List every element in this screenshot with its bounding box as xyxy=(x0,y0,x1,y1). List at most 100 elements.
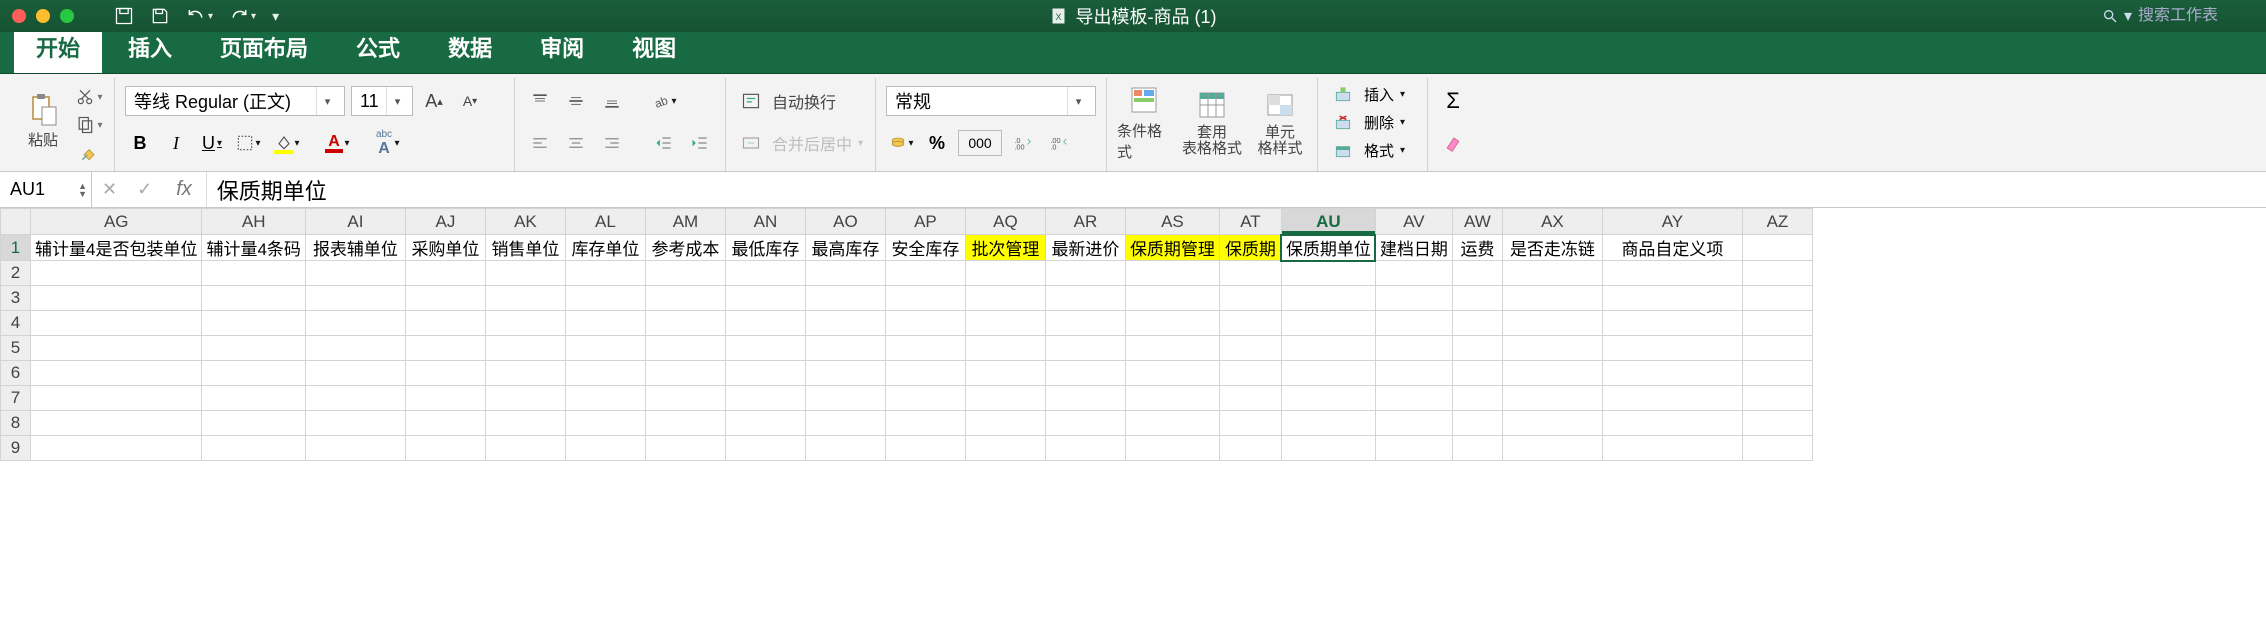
merge-center-button[interactable] xyxy=(736,130,766,156)
cell-AN6[interactable] xyxy=(725,361,805,386)
autosave-icon[interactable] xyxy=(114,6,134,26)
comma-button[interactable]: 000 xyxy=(958,130,1002,156)
row-header-5[interactable]: 5 xyxy=(1,336,31,361)
minimize-window-button[interactable] xyxy=(36,9,50,23)
cell-AI2[interactable] xyxy=(305,261,405,286)
row-header-3[interactable]: 3 xyxy=(1,286,31,311)
increase-font-button[interactable]: A▴ xyxy=(419,88,449,114)
cell-AQ4[interactable] xyxy=(965,311,1045,336)
column-header-AW[interactable]: AW xyxy=(1452,209,1502,235)
cell-AX3[interactable] xyxy=(1502,286,1602,311)
cell-AX8[interactable] xyxy=(1502,411,1602,436)
cell-AM5[interactable] xyxy=(645,336,725,361)
cell-AZ9[interactable] xyxy=(1742,436,1812,461)
cell-AV1[interactable]: 建档日期 xyxy=(1375,235,1452,261)
font-size-input[interactable] xyxy=(352,87,386,115)
cell-AI6[interactable] xyxy=(305,361,405,386)
cell-AP6[interactable] xyxy=(885,361,965,386)
cell-AX9[interactable] xyxy=(1502,436,1602,461)
cell-AP9[interactable] xyxy=(885,436,965,461)
cell-AI3[interactable] xyxy=(305,286,405,311)
cell-AJ2[interactable] xyxy=(405,261,485,286)
row-header-7[interactable]: 7 xyxy=(1,386,31,411)
cell-AN2[interactable] xyxy=(725,261,805,286)
cell-AX5[interactable] xyxy=(1502,336,1602,361)
cell-AY4[interactable] xyxy=(1602,311,1742,336)
search-input[interactable] xyxy=(2138,7,2248,25)
cell-AN5[interactable] xyxy=(725,336,805,361)
increase-indent-button[interactable] xyxy=(685,130,715,156)
cell-AP1[interactable]: 安全库存 xyxy=(885,235,965,261)
cell-styles-button[interactable]: 单元 格样式 xyxy=(1253,82,1307,162)
cell-AM8[interactable] xyxy=(645,411,725,436)
cell-AY3[interactable] xyxy=(1602,286,1742,311)
cell-AX1[interactable]: 是否走冻链 xyxy=(1502,235,1602,261)
cell-AY5[interactable] xyxy=(1602,336,1742,361)
cell-AN9[interactable] xyxy=(725,436,805,461)
cell-AY2[interactable] xyxy=(1602,261,1742,286)
decrease-decimal-button[interactable]: .00.0 xyxy=(1044,130,1074,156)
cell-AO3[interactable] xyxy=(805,286,885,311)
search-box[interactable]: ▾ xyxy=(2102,6,2266,26)
cell-AT1[interactable]: 保质期 xyxy=(1219,235,1281,261)
cell-AJ5[interactable] xyxy=(405,336,485,361)
cell-AJ8[interactable] xyxy=(405,411,485,436)
cell-AT8[interactable] xyxy=(1219,411,1281,436)
cell-AY7[interactable] xyxy=(1602,386,1742,411)
underline-button[interactable]: U▾ xyxy=(197,130,227,156)
cell-AM1[interactable]: 参考成本 xyxy=(645,235,725,261)
cell-AT7[interactable] xyxy=(1219,386,1281,411)
cell-AK1[interactable]: 销售单位 xyxy=(485,235,565,261)
cell-AU8[interactable] xyxy=(1281,411,1375,436)
cell-AN7[interactable] xyxy=(725,386,805,411)
cell-AQ8[interactable] xyxy=(965,411,1045,436)
row-header-9[interactable]: 9 xyxy=(1,436,31,461)
name-box[interactable]: AU1 ▲▼ xyxy=(0,172,92,207)
cell-AL5[interactable] xyxy=(565,336,645,361)
cell-AI8[interactable] xyxy=(305,411,405,436)
cell-AJ1[interactable]: 采购单位 xyxy=(405,235,485,261)
number-format-dropdown[interactable]: ▾ xyxy=(886,86,1096,116)
cell-AV6[interactable] xyxy=(1375,361,1452,386)
italic-button[interactable]: I xyxy=(161,130,191,156)
cell-AI4[interactable] xyxy=(305,311,405,336)
cell-AG6[interactable] xyxy=(31,361,202,386)
cell-AO6[interactable] xyxy=(805,361,885,386)
align-top-button[interactable] xyxy=(525,88,555,114)
cell-AW6[interactable] xyxy=(1452,361,1502,386)
column-header-AV[interactable]: AV xyxy=(1375,209,1452,235)
save-icon[interactable] xyxy=(150,6,170,26)
cell-AR3[interactable] xyxy=(1045,286,1125,311)
enter-formula-button[interactable]: ✓ xyxy=(127,172,162,207)
cell-AR4[interactable] xyxy=(1045,311,1125,336)
cell-AU5[interactable] xyxy=(1281,336,1375,361)
cell-AM2[interactable] xyxy=(645,261,725,286)
cell-AV2[interactable] xyxy=(1375,261,1452,286)
delete-cells-button[interactable] xyxy=(1328,109,1358,135)
cell-AM7[interactable] xyxy=(645,386,725,411)
column-header-AP[interactable]: AP xyxy=(885,209,965,235)
cell-AI5[interactable] xyxy=(305,336,405,361)
increase-decimal-button[interactable]: .0.00 xyxy=(1008,130,1038,156)
column-header-AY[interactable]: AY xyxy=(1602,209,1742,235)
font-name-input[interactable] xyxy=(126,87,316,115)
cell-AK4[interactable] xyxy=(485,311,565,336)
cell-AY8[interactable] xyxy=(1602,411,1742,436)
row-header-4[interactable]: 4 xyxy=(1,311,31,336)
phonetic-button[interactable]: abcA▾ xyxy=(369,130,399,156)
cell-AH1[interactable]: 辅计量4条码 xyxy=(202,235,305,261)
cell-AU1[interactable]: 保质期单位 xyxy=(1281,235,1375,261)
cell-AP7[interactable] xyxy=(885,386,965,411)
cancel-formula-button[interactable]: ✕ xyxy=(92,172,127,207)
cell-AN1[interactable]: 最低库存 xyxy=(725,235,805,261)
align-middle-button[interactable] xyxy=(561,88,591,114)
cell-AQ7[interactable] xyxy=(965,386,1045,411)
formula-input[interactable] xyxy=(207,172,2266,207)
cell-AX6[interactable] xyxy=(1502,361,1602,386)
align-right-button[interactable] xyxy=(597,130,627,156)
row-header-1[interactable]: 1 xyxy=(1,235,31,261)
cell-AU6[interactable] xyxy=(1281,361,1375,386)
cell-AW1[interactable]: 运费 xyxy=(1452,235,1502,261)
cell-AL6[interactable] xyxy=(565,361,645,386)
cell-AR5[interactable] xyxy=(1045,336,1125,361)
